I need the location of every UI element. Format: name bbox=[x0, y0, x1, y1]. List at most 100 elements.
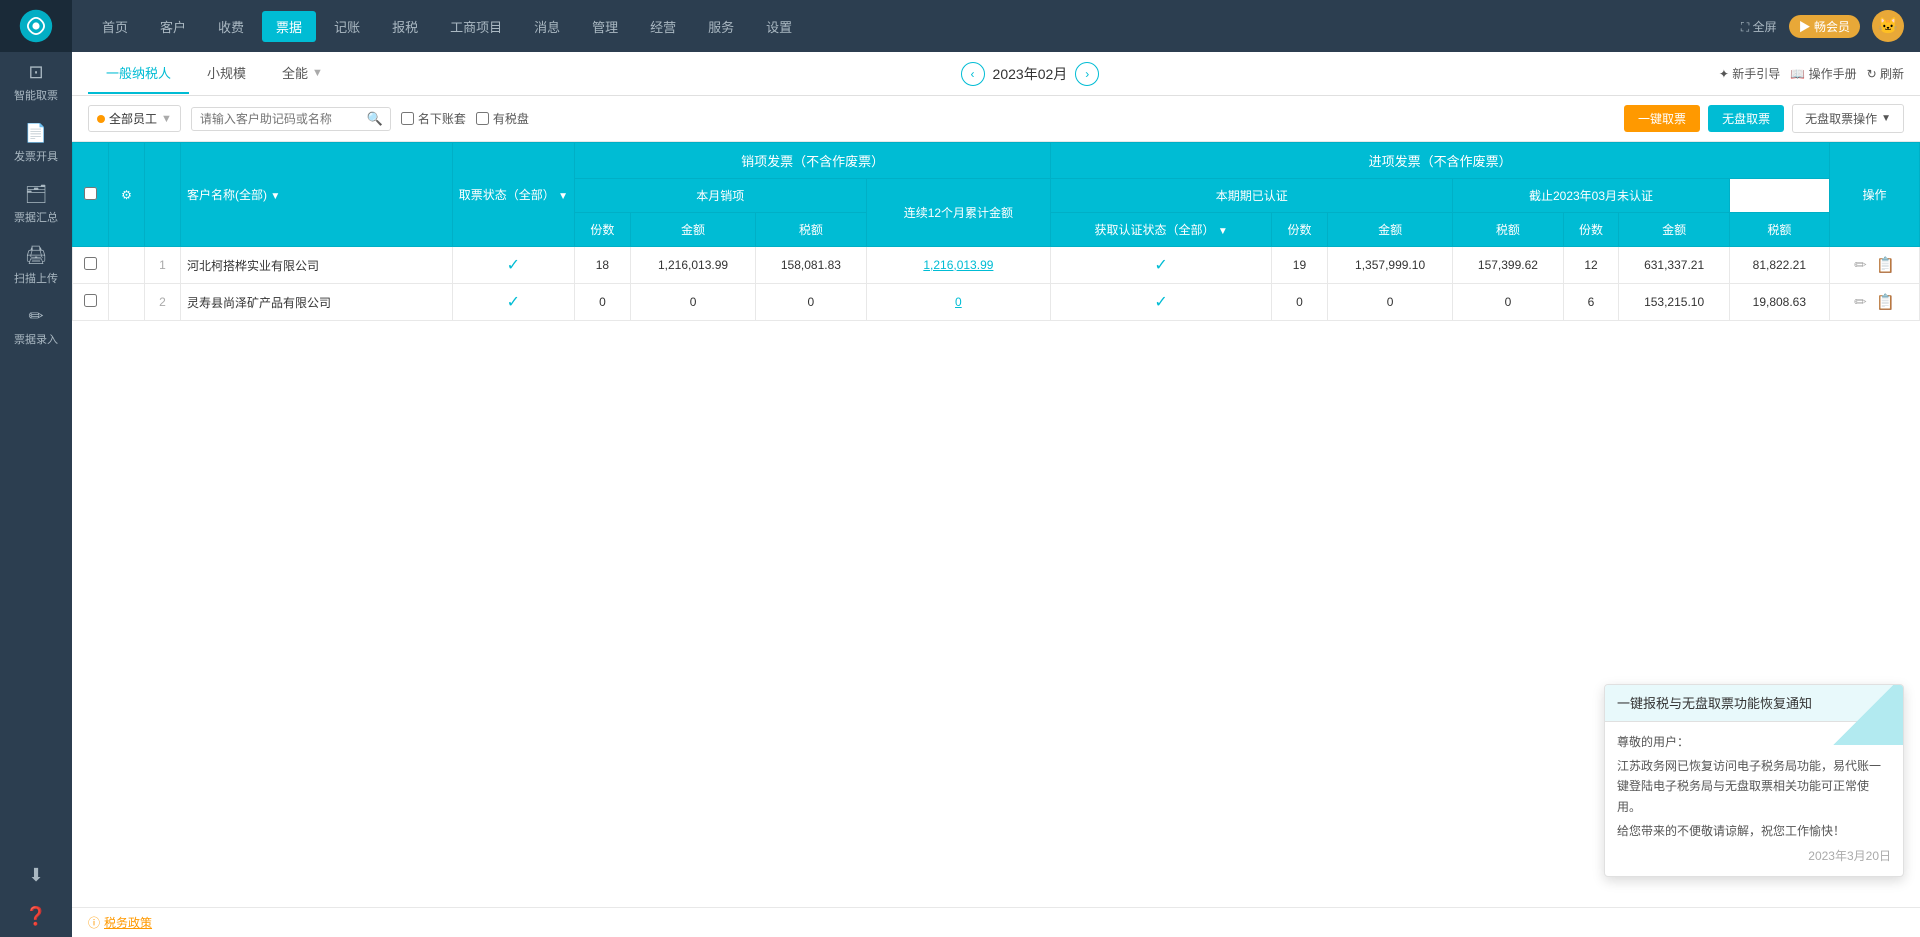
nav-tax[interactable]: 报税 bbox=[378, 11, 432, 42]
cumulative-link-1[interactable]: 0 bbox=[955, 295, 962, 309]
row-auth-icon-0: ✓ bbox=[1051, 247, 1272, 284]
row-period-count-1: 0 bbox=[1272, 284, 1328, 321]
prev-month-btn[interactable]: ‹ bbox=[961, 62, 985, 86]
tab-small[interactable]: 小规模 bbox=[189, 53, 264, 94]
sales-tax-header: 税额 bbox=[756, 213, 866, 247]
status-check-icon: ✓ bbox=[507, 257, 520, 274]
footer-bar: ⓘ 税务政策 bbox=[72, 907, 1920, 937]
nav-invoice[interactable]: 票据 bbox=[262, 11, 316, 42]
notification-header: 一键报税与无盘取票功能恢复通知 ✕ bbox=[1605, 685, 1903, 722]
notification-line3: 给您带来的不便敬请谅解，祝您工作愉快！ bbox=[1617, 821, 1891, 841]
nav-operation[interactable]: 经营 bbox=[636, 11, 690, 42]
row-period-tax-0: 157,399.62 bbox=[1453, 247, 1563, 284]
row-checkbox-cell bbox=[73, 284, 109, 321]
nav-bookkeeping[interactable]: 记账 bbox=[320, 11, 374, 42]
row-status-0: ✓ bbox=[452, 247, 574, 284]
cumulative-link-0[interactable]: 1,216,013.99 bbox=[923, 258, 993, 272]
deadline-tax-header: 税额 bbox=[1729, 213, 1829, 247]
sales-invoice-header: 销项发票（不含作废票） bbox=[574, 143, 1050, 179]
row-index-0: 1 bbox=[145, 247, 181, 284]
app-logo bbox=[0, 0, 72, 52]
row-deadline-amount-0: 631,337.21 bbox=[1619, 247, 1729, 284]
refresh-btn[interactable]: ↻ 刷新 bbox=[1867, 65, 1904, 82]
row-checkbox-1[interactable] bbox=[84, 294, 97, 307]
select-all-checkbox[interactable] bbox=[84, 187, 97, 200]
nav-home[interactable]: 首页 bbox=[88, 11, 142, 42]
help-icon: ❓ bbox=[25, 906, 47, 927]
sidebar-item-help[interactable]: ❓ bbox=[0, 896, 72, 937]
row-month-count-1: 0 bbox=[574, 284, 630, 321]
no-disk-ops-btn[interactable]: 无盘取票操作 ▼ bbox=[1792, 104, 1904, 133]
sidebar-item-smart-fetch[interactable]: ⊡ 智能取票 bbox=[0, 52, 72, 113]
purchase-invoice-header: 进项发票（不含作废票） bbox=[1051, 143, 1830, 179]
toolbar: 全部员工 ▼ 🔍 名下账套 有税盘 一键取票 无盘取票 无盘取票操作 bbox=[72, 96, 1920, 142]
row-cumulative-1: 0 bbox=[866, 284, 1051, 321]
view-icon-1[interactable]: 📋 bbox=[1876, 294, 1895, 311]
tax-disk-checkbox[interactable] bbox=[476, 112, 489, 125]
row-month-tax-1: 0 bbox=[756, 284, 866, 321]
tab-all[interactable]: 全能 ▼ bbox=[264, 53, 341, 94]
manual-btn[interactable]: 📖 操作手册 bbox=[1790, 65, 1856, 82]
month-nav: ‹ 2023年02月 › bbox=[961, 62, 1100, 86]
settings-icon[interactable]: ⚙ bbox=[121, 188, 132, 202]
nav-message[interactable]: 消息 bbox=[520, 11, 574, 42]
col-index-header bbox=[145, 143, 181, 247]
view-icon-0[interactable]: 📋 bbox=[1876, 257, 1895, 274]
one-click-btn[interactable]: 一键取票 bbox=[1624, 105, 1700, 132]
sidebar-item-invoice-open[interactable]: 📄 发票开具 bbox=[0, 113, 72, 174]
sidebar: ⊡ 智能取票 📄 发票开具 🗂 票据汇总 🖨 扫描上传 ✏ 票据录入 ⬇ ❓ bbox=[0, 0, 72, 937]
sidebar-item-invoice-entry[interactable]: ✏ 票据录入 bbox=[0, 296, 72, 357]
next-month-btn[interactable]: › bbox=[1075, 62, 1099, 86]
main-table: ⚙ 客户名称(全部) ▼ 取票状态（全部） ▼ 销项发票（不含作废票） 进项发票… bbox=[72, 142, 1920, 321]
sidebar-item-download[interactable]: ⬇ bbox=[0, 855, 72, 896]
row-status-1: ✓ bbox=[452, 284, 574, 321]
status-filter-icon[interactable]: ▼ bbox=[558, 191, 568, 202]
row-action-cell-0: ✏ 📋 bbox=[1829, 247, 1919, 284]
nav-settings[interactable]: 设置 bbox=[752, 11, 806, 42]
edit-icon-0[interactable]: ✏ bbox=[1854, 257, 1867, 274]
fullscreen-btn[interactable]: ⛶ 全屏 bbox=[1741, 18, 1777, 35]
toolbar-right: 一键取票 无盘取票 无盘取票操作 ▼ bbox=[1624, 104, 1904, 133]
search-input[interactable] bbox=[191, 107, 391, 131]
bank-checkbox-label[interactable]: 名下账套 bbox=[401, 110, 466, 127]
month-sales-header: 本月销项 bbox=[574, 179, 866, 213]
nav-customer[interactable]: 客户 bbox=[146, 11, 200, 42]
company-filter-icon[interactable]: ▼ bbox=[270, 191, 280, 202]
nav-business[interactable]: 工商项目 bbox=[436, 11, 516, 42]
search-wrap: 🔍 bbox=[191, 107, 391, 131]
bank-checkbox[interactable] bbox=[401, 112, 414, 125]
notification-body: 尊敬的用户： 江苏政务网已恢复访问电子税务局功能，易代账一键登陆电子税务局与无盘… bbox=[1605, 722, 1903, 876]
sidebar-item-invoice-summary[interactable]: 🗂 票据汇总 bbox=[0, 174, 72, 235]
avatar[interactable]: 🐱 bbox=[1872, 10, 1904, 42]
employee-select[interactable]: 全部员工 ▼ bbox=[88, 105, 181, 132]
edit-icon-1[interactable]: ✏ bbox=[1854, 294, 1867, 311]
table-row: 2 灵寿县尚泽矿产品有限公司 ✓ 0 0 0 0 ✓ 0 0 0 6 153,2… bbox=[73, 284, 1920, 321]
invoice-entry-icon: ✏ bbox=[28, 306, 43, 327]
search-icon[interactable]: 🔍 bbox=[367, 111, 383, 127]
row-company-1: 灵寿县尚泽矿产品有限公司 bbox=[181, 284, 453, 321]
sidebar-item-scan-upload[interactable]: 🖨 扫描上传 bbox=[0, 235, 72, 296]
auth-filter-icon[interactable]: ▼ bbox=[1218, 226, 1228, 237]
period-tax-header: 税额 bbox=[1453, 213, 1563, 247]
row-checkbox-0[interactable] bbox=[84, 257, 97, 270]
deadline-amount-header: 金额 bbox=[1619, 213, 1729, 247]
tab-all-dropdown-icon[interactable]: ▼ bbox=[312, 67, 323, 79]
period-auth-header: 本期期已认证 bbox=[1051, 179, 1453, 213]
tax-disk-checkbox-label[interactable]: 有税盘 bbox=[476, 110, 529, 127]
nav-billing[interactable]: 收费 bbox=[204, 11, 258, 42]
new-guide-btn[interactable]: ✦ 新手引导 bbox=[1719, 65, 1780, 82]
nav-management[interactable]: 管理 bbox=[578, 11, 632, 42]
row-settings-cell bbox=[109, 247, 145, 284]
period-amount-header: 金额 bbox=[1327, 213, 1452, 247]
tab-bar: 一般纳税人 小规模 全能 ▼ ‹ 2023年02月 › ✦ 新手引导 📖 操作手… bbox=[72, 52, 1920, 96]
notification-close-btn[interactable]: ✕ bbox=[1878, 693, 1891, 713]
notification-line1: 尊敬的用户： bbox=[1617, 732, 1891, 752]
period-count-header: 份数 bbox=[1272, 213, 1328, 247]
nav-service[interactable]: 服务 bbox=[694, 11, 748, 42]
cumulative-header: 连续12个月累计金额 bbox=[866, 179, 1051, 247]
vip-button[interactable]: ▶ 畅会员 bbox=[1789, 15, 1860, 38]
status-check-icon: ✓ bbox=[507, 294, 520, 311]
no-disk-btn[interactable]: 无盘取票 bbox=[1708, 105, 1784, 132]
tab-general[interactable]: 一般纳税人 bbox=[88, 53, 189, 94]
tax-policy-link[interactable]: 税务政策 bbox=[104, 914, 152, 931]
